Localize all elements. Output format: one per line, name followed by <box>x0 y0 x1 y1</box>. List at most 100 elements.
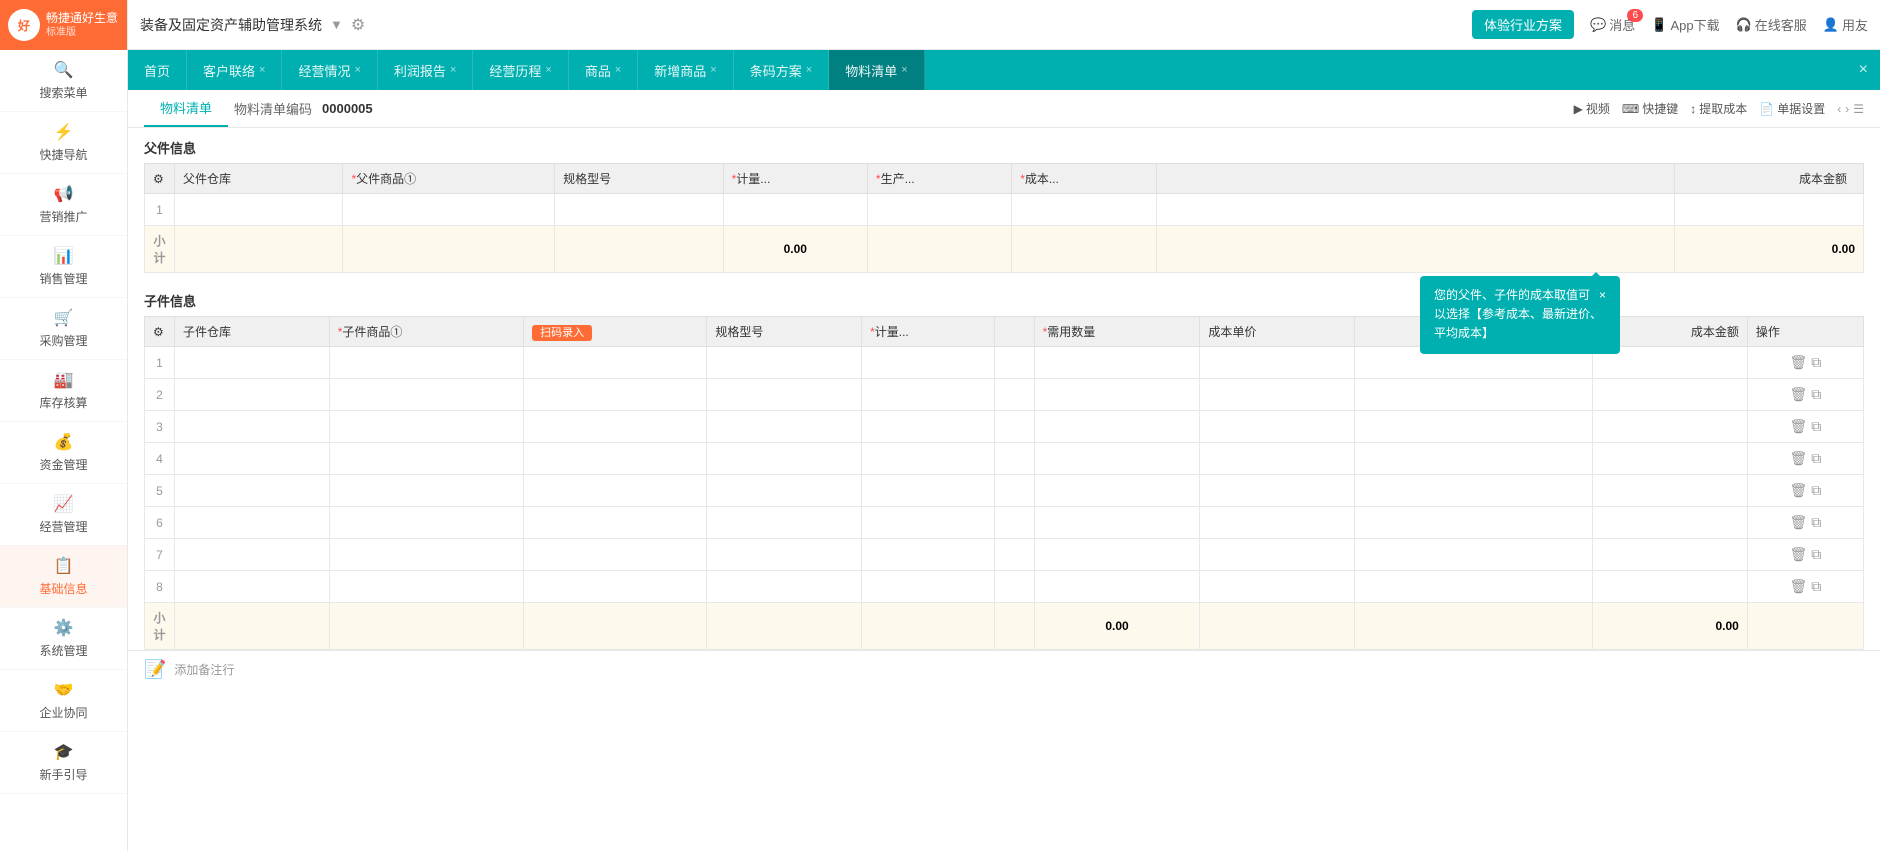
sidebar-item-10[interactable]: 🤝企业协同 <box>0 670 127 732</box>
child-price-7[interactable] <box>1200 539 1355 571</box>
child-product-6[interactable] <box>329 507 523 539</box>
nav-tab-close-8[interactable]: × <box>901 64 907 76</box>
child-warehouse-4[interactable] <box>175 443 330 475</box>
nav-tab-1[interactable]: 客户联络× <box>187 50 282 90</box>
sidebar-item-9[interactable]: ⚙️系统管理 <box>0 608 127 670</box>
child-product-7[interactable] <box>329 539 523 571</box>
child-product-2[interactable] <box>329 379 523 411</box>
sidebar-item-3[interactable]: 📊销售管理 <box>0 236 127 298</box>
delete-icon-8[interactable]: 🗑 <box>1790 578 1808 595</box>
child-unit-3[interactable] <box>862 411 995 443</box>
child-price-8[interactable] <box>1200 571 1355 603</box>
child-qty-3[interactable] <box>1034 411 1200 443</box>
view-btn[interactable]: ▶ 视频 <box>1574 100 1610 117</box>
child-warehouse-5[interactable] <box>175 475 330 507</box>
copy-icon-4[interactable]: ⧉ <box>1811 450 1821 467</box>
shortcut-btn[interactable]: ⌨ 快捷键 <box>1622 100 1678 117</box>
sidebar-item-1[interactable]: ⚡快捷导航 <box>0 112 127 174</box>
child-col-settings[interactable]: ⚙ <box>145 317 175 347</box>
nav-tab-4[interactable]: 经营历程× <box>473 50 568 90</box>
add-note-icon[interactable]: 📝 <box>144 659 166 680</box>
sidebar-item-5[interactable]: 🏭库存核算 <box>0 360 127 422</box>
parent-product-1[interactable] <box>343 194 555 226</box>
delete-icon-3[interactable]: 🗑 <box>1790 418 1808 435</box>
copy-icon-3[interactable]: ⧉ <box>1811 418 1821 435</box>
nav-tab-8[interactable]: 物料清单× <box>829 50 924 90</box>
child-unit-6[interactable] <box>862 507 995 539</box>
copy-icon-7[interactable]: ⧉ <box>1811 546 1821 563</box>
user-avatar[interactable]: 👤 用友 <box>1823 15 1868 34</box>
child-qty-5[interactable] <box>1034 475 1200 507</box>
child-product-1[interactable] <box>329 347 523 379</box>
child-spec-1[interactable] <box>707 347 862 379</box>
parent-col-settings[interactable]: ⚙ <box>145 164 175 194</box>
sidebar-item-0[interactable]: 🔍搜索菜单 <box>0 50 127 112</box>
nav-tab-5[interactable]: 商品× <box>569 50 638 90</box>
child-spec-3[interactable] <box>707 411 862 443</box>
child-unit-4[interactable] <box>862 443 995 475</box>
child-qty-8[interactable] <box>1034 571 1200 603</box>
scan-input-btn[interactable]: 扫码录入 <box>532 325 592 341</box>
child-spec-8[interactable] <box>707 571 862 603</box>
child-qty-7[interactable] <box>1034 539 1200 571</box>
tab-material-list[interactable]: 物料清单 <box>144 90 228 127</box>
sidebar-item-11[interactable]: 🎓新手引导 <box>0 732 127 794</box>
sidebar-item-7[interactable]: 📈经营管理 <box>0 484 127 546</box>
child-unit-2[interactable] <box>862 379 995 411</box>
child-qty-6[interactable] <box>1034 507 1200 539</box>
nav-tab-2[interactable]: 经营情况× <box>282 50 377 90</box>
child-qty-1[interactable] <box>1034 347 1200 379</box>
nav-tab-close-2[interactable]: × <box>354 64 360 76</box>
delete-icon-6[interactable]: 🗑 <box>1790 514 1808 531</box>
sidebar-item-2[interactable]: 📢营销推广 <box>0 174 127 236</box>
dropdown-arrow-icon[interactable]: ▼ <box>330 17 343 32</box>
child-qty-4[interactable] <box>1034 443 1200 475</box>
tooltip-close-btn[interactable]: × <box>1599 286 1606 305</box>
parent-prod-1[interactable] <box>867 194 1011 226</box>
parent-spec-1[interactable] <box>555 194 723 226</box>
child-spec-7[interactable] <box>707 539 862 571</box>
nav-tab-close-6[interactable]: × <box>710 64 716 76</box>
nav-tab-close-4[interactable]: × <box>545 64 551 76</box>
child-unit-8[interactable] <box>862 571 995 603</box>
parent-qty-1[interactable] <box>723 194 867 226</box>
child-unit-7[interactable] <box>862 539 995 571</box>
nav-tab-close-5[interactable]: × <box>615 64 621 76</box>
delete-icon-1[interactable]: 🗑 <box>1790 354 1808 371</box>
child-product-8[interactable] <box>329 571 523 603</box>
child-price-2[interactable] <box>1200 379 1355 411</box>
sidebar-item-8[interactable]: 📋基础信息 <box>0 546 127 608</box>
child-product-5[interactable] <box>329 475 523 507</box>
copy-icon-6[interactable]: ⧉ <box>1811 514 1821 531</box>
nav-close-all-btn[interactable]: × <box>1847 61 1880 79</box>
nav-tab-close-3[interactable]: × <box>450 64 456 76</box>
child-spec-6[interactable] <box>707 507 862 539</box>
copy-icon-8[interactable]: ⧉ <box>1811 578 1821 595</box>
child-warehouse-8[interactable] <box>175 571 330 603</box>
nav-tab-close-1[interactable]: × <box>259 64 265 76</box>
child-price-3[interactable] <box>1200 411 1355 443</box>
child-unit-5[interactable] <box>862 475 995 507</box>
child-price-4[interactable] <box>1200 443 1355 475</box>
settings-icon[interactable]: ⚙ <box>351 15 365 35</box>
nav-tab-3[interactable]: 利润报告× <box>378 50 473 90</box>
delete-icon-7[interactable]: 🗑 <box>1790 546 1808 563</box>
child-warehouse-1[interactable] <box>175 347 330 379</box>
nav-tab-7[interactable]: 条码方案× <box>734 50 829 90</box>
nav-tab-0[interactable]: 首页 <box>128 50 187 90</box>
child-price-1[interactable] <box>1200 347 1355 379</box>
nav-tab-close-7[interactable]: × <box>806 64 812 76</box>
child-price-6[interactable] <box>1200 507 1355 539</box>
child-warehouse-7[interactable] <box>175 539 330 571</box>
child-product-4[interactable] <box>329 443 523 475</box>
child-warehouse-3[interactable] <box>175 411 330 443</box>
delete-icon-5[interactable]: 🗑 <box>1790 482 1808 499</box>
message-icon-btn[interactable]: 💬 消息 6 <box>1590 15 1635 34</box>
child-qty-2[interactable] <box>1034 379 1200 411</box>
sidebar-item-4[interactable]: 🛒采购管理 <box>0 298 127 360</box>
extract-cost-btn[interactable]: ↕ 提取成本 <box>1690 100 1747 117</box>
sidebar-item-6[interactable]: 💰资金管理 <box>0 422 127 484</box>
single-settings-btn[interactable]: 📄 单据设置 <box>1759 100 1825 117</box>
nav-tab-6[interactable]: 新增商品× <box>638 50 733 90</box>
child-warehouse-6[interactable] <box>175 507 330 539</box>
